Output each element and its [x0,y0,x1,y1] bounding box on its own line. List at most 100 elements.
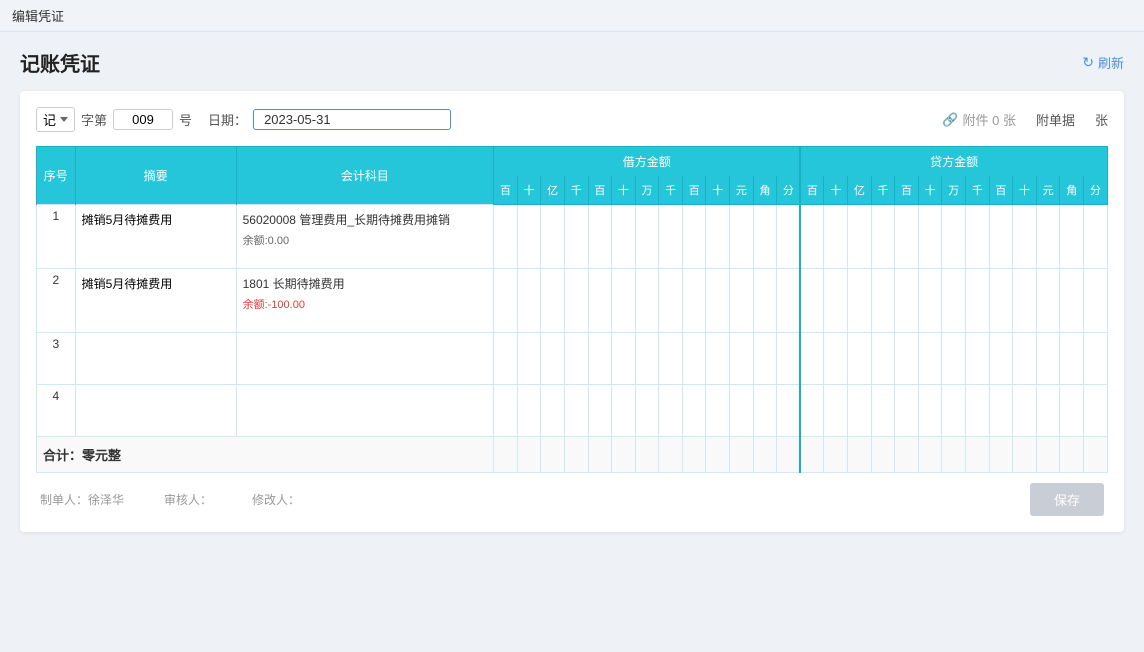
row0-credit-10[interactable] [1036,205,1060,269]
row0-credit-8[interactable] [989,205,1013,269]
row0-credit-3[interactable] [871,205,895,269]
table-row[interactable]: 4 [37,385,1108,437]
row1-credit-9[interactable] [1013,269,1037,333]
row3-debit-0[interactable] [494,385,518,437]
table-row[interactable]: 3 [37,333,1108,385]
row1-credit-5[interactable] [918,269,942,333]
row2-debit-10[interactable] [730,333,754,385]
row2-credit-7[interactable] [966,333,990,385]
row3-credit-8[interactable] [989,385,1013,437]
row2-credit-4[interactable] [895,333,919,385]
row-account-3[interactable] [236,385,494,437]
row3-credit-9[interactable] [1013,385,1037,437]
row0-debit-2[interactable] [541,205,565,269]
row2-debit-0[interactable] [494,333,518,385]
table-row[interactable]: 1摊销5月待摊费用56020008 管理费用_长期待摊费用摊销余额:0.00 [37,205,1108,269]
row2-debit-5[interactable] [612,333,636,385]
row3-credit-12[interactable] [1083,385,1107,437]
row2-credit-8[interactable] [989,333,1013,385]
date-input[interactable] [253,109,451,130]
row-summary-0[interactable]: 摊销5月待摊费用 [75,205,236,269]
row3-debit-10[interactable] [730,385,754,437]
row2-debit-7[interactable] [659,333,683,385]
row3-debit-12[interactable] [777,385,801,437]
row0-debit-8[interactable] [682,205,706,269]
row3-debit-4[interactable] [588,385,612,437]
row3-credit-3[interactable] [871,385,895,437]
row0-credit-5[interactable] [918,205,942,269]
row1-debit-6[interactable] [635,269,659,333]
row0-debit-0[interactable] [494,205,518,269]
row2-credit-12[interactable] [1083,333,1107,385]
row1-credit-6[interactable] [942,269,966,333]
row1-credit-4[interactable] [895,269,919,333]
row1-debit-1[interactable] [517,269,541,333]
row0-credit-1[interactable] [824,205,848,269]
row0-credit-12[interactable] [1083,205,1107,269]
row2-credit-3[interactable] [871,333,895,385]
row3-credit-10[interactable] [1036,385,1060,437]
row1-credit-11[interactable] [1060,269,1084,333]
row3-credit-1[interactable] [824,385,848,437]
row2-debit-8[interactable] [682,333,706,385]
row1-credit-8[interactable] [989,269,1013,333]
row3-debit-11[interactable] [753,385,777,437]
table-row[interactable]: 2摊销5月待摊费用1801 长期待摊费用余额:-100.00 [37,269,1108,333]
row0-debit-11[interactable] [753,205,777,269]
refresh-button[interactable]: ↻ 刷新 [1082,53,1124,72]
row0-credit-9[interactable] [1013,205,1037,269]
row0-debit-1[interactable] [517,205,541,269]
row3-credit-7[interactable] [966,385,990,437]
row0-debit-4[interactable] [588,205,612,269]
row2-debit-12[interactable] [777,333,801,385]
row3-debit-6[interactable] [635,385,659,437]
row2-debit-4[interactable] [588,333,612,385]
row1-credit-10[interactable] [1036,269,1060,333]
row1-credit-1[interactable] [824,269,848,333]
row2-credit-1[interactable] [824,333,848,385]
row0-credit-2[interactable] [848,205,872,269]
row1-debit-8[interactable] [682,269,706,333]
row3-credit-0[interactable] [800,385,824,437]
ji-select[interactable]: 记 [36,107,75,132]
row2-debit-9[interactable] [706,333,730,385]
row-summary-3[interactable] [75,385,236,437]
row3-debit-3[interactable] [564,385,588,437]
row1-credit-12[interactable] [1083,269,1107,333]
row1-debit-11[interactable] [753,269,777,333]
row0-debit-5[interactable] [612,205,636,269]
row3-credit-4[interactable] [895,385,919,437]
row1-credit-2[interactable] [848,269,872,333]
row1-credit-7[interactable] [966,269,990,333]
row3-debit-9[interactable] [706,385,730,437]
row2-credit-11[interactable] [1060,333,1084,385]
row1-debit-12[interactable] [777,269,801,333]
row1-debit-5[interactable] [612,269,636,333]
row-account-1[interactable]: 1801 长期待摊费用余额:-100.00 [236,269,494,333]
row0-credit-11[interactable] [1060,205,1084,269]
row1-debit-10[interactable] [730,269,754,333]
row-summary-1[interactable]: 摊销5月待摊费用 [75,269,236,333]
row2-credit-0[interactable] [800,333,824,385]
row0-debit-7[interactable] [659,205,683,269]
row2-debit-11[interactable] [753,333,777,385]
row3-credit-6[interactable] [942,385,966,437]
row-account-2[interactable] [236,333,494,385]
row0-credit-0[interactable] [800,205,824,269]
row2-credit-6[interactable] [942,333,966,385]
row0-debit-10[interactable] [730,205,754,269]
row0-debit-9[interactable] [706,205,730,269]
row3-debit-7[interactable] [659,385,683,437]
row1-debit-7[interactable] [659,269,683,333]
row3-debit-2[interactable] [541,385,565,437]
row1-debit-9[interactable] [706,269,730,333]
row3-debit-5[interactable] [612,385,636,437]
row2-credit-9[interactable] [1013,333,1037,385]
row1-debit-0[interactable] [494,269,518,333]
row0-credit-7[interactable] [966,205,990,269]
row2-debit-6[interactable] [635,333,659,385]
row2-debit-2[interactable] [541,333,565,385]
attachment-single-btn[interactable]: 附单据 [1036,110,1075,129]
row-account-0[interactable]: 56020008 管理费用_长期待摊费用摊销余额:0.00 [236,205,494,269]
row1-debit-3[interactable] [564,269,588,333]
